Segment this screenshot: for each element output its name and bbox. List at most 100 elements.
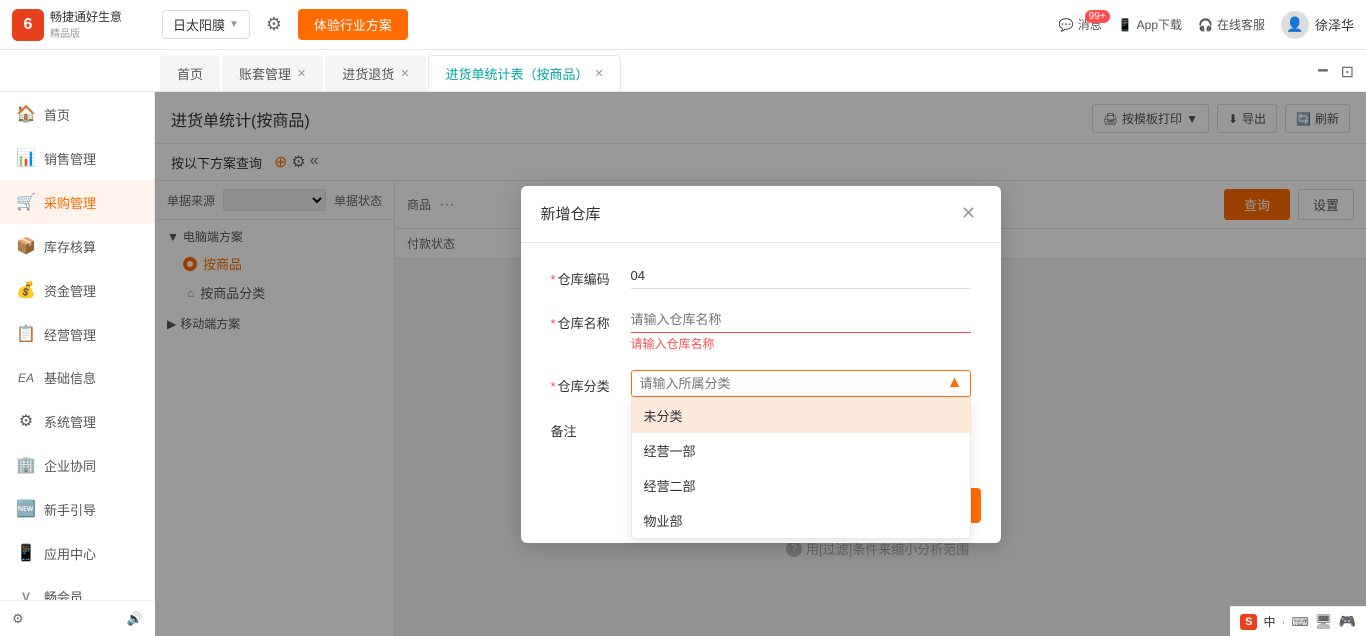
dot-icon: · <box>1281 615 1285 629</box>
sidebar-item-apps-label: 应用中心 <box>44 544 96 563</box>
sidebar-item-finance[interactable]: 💰 资金管理 <box>0 268 154 312</box>
sidebar-item-enterprise[interactable]: 🏢 企业协同 <box>0 443 154 487</box>
category-option-dept2[interactable]: 经营二部 <box>632 468 970 503</box>
sidebar-item-basic-info[interactable]: EA 基础信息 <box>0 356 154 399</box>
tab-accounts-close-icon[interactable]: ✕ <box>297 67 306 80</box>
tab-home-label: 首页 <box>177 64 203 83</box>
add-warehouse-modal: 新增仓库 ✕ 仓库编码 仓库名称 <box>521 186 1001 543</box>
monitor-icon: 🖥 <box>1315 613 1333 630</box>
status-bar: S 中 · ⌨ 🖥 🎮 <box>1230 606 1366 636</box>
store-arrow-icon: ▼ <box>229 19 239 30</box>
header-center: 日太阳膜 ▼ ⚙ 体验行业方案 <box>162 9 1059 41</box>
sidebar-item-enterprise-label: 企业协同 <box>44 456 96 475</box>
app-download-label: App下载 <box>1137 16 1182 33</box>
sidebar-item-apps[interactable]: 📱 应用中心 <box>0 531 154 575</box>
s-brand-icon: S <box>1240 614 1257 630</box>
sidebar-item-sales[interactable]: 📊 销售管理 <box>0 136 154 180</box>
content-area: 进货单统计(按商品) 🖨 按模板打印 ▼ ⬇ 导出 🔄 刷新 <box>155 92 1366 636</box>
sidebar-item-home[interactable]: 🏠 首页 <box>0 92 154 136</box>
sidebar-item-guide-label: 新手引导 <box>44 500 96 519</box>
tab-purchase-return-label: 进货退货 <box>342 64 394 83</box>
sidebar-item-inventory[interactable]: 📦 库存核算 <box>0 224 154 268</box>
message-icon: 💬 <box>1059 18 1074 32</box>
category-dropdown-list: 未分类 经营一部 经营二部 物业部 <box>631 397 971 539</box>
home-icon: 🏠 <box>16 104 36 124</box>
tab-purchase-stats-label: 进货单统计表（按商品） <box>445 64 588 83</box>
message-button[interactable]: 💬 消息 99+ <box>1059 16 1102 33</box>
app-subtitle: 精品版 <box>50 25 122 40</box>
inventory-icon: 📦 <box>16 236 36 256</box>
message-badge: 99+ <box>1085 10 1110 23</box>
username-label: 徐泽华 <box>1315 15 1354 34</box>
category-option-dept3[interactable]: 物业部 <box>632 503 970 538</box>
code-input[interactable] <box>631 263 971 289</box>
form-row-name: 仓库名称 请输入仓库名称 <box>551 307 971 352</box>
settings-gear-button[interactable]: ⚙ <box>258 9 290 41</box>
sidebar-item-system[interactable]: ⚙ 系统管理 <box>0 399 154 443</box>
app-download-button[interactable]: 📱 App下载 <box>1118 16 1182 33</box>
keyboard-icon[interactable]: ⌨ <box>1291 615 1308 629</box>
user-area[interactable]: 👤 徐泽华 <box>1281 11 1354 39</box>
sidebar-item-inventory-label: 库存核算 <box>44 237 96 256</box>
sidebar-speaker-icon[interactable]: 🔊 <box>127 611 143 627</box>
sidebar: 🏠 首页 📊 销售管理 🛒 采购管理 📦 库存核算 💰 资金管理 📋 经营管理 … <box>0 92 155 636</box>
category-dropdown-wrapper: ▲ 未分类 经营一部 经营二部 物业部 <box>631 370 971 397</box>
tab-purchase-stats-close-icon[interactable]: ✕ <box>595 67 604 80</box>
tab-purchase-return[interactable]: 进货退货 ✕ <box>325 55 426 91</box>
form-row-code: 仓库编码 <box>551 263 971 289</box>
category-label: 仓库分类 <box>551 370 631 395</box>
name-label: 仓库名称 <box>551 307 631 332</box>
sidebar-item-sales-label: 销售管理 <box>44 149 96 168</box>
guide-icon: 🆕 <box>16 499 36 519</box>
tab-home[interactable]: 首页 <box>160 55 220 91</box>
gamepad-icon: 🎮 <box>1339 613 1356 630</box>
finance-icon: 💰 <box>16 280 36 300</box>
system-icon: ⚙ <box>16 411 36 431</box>
tab-purchase-return-close-icon[interactable]: ✕ <box>400 67 409 80</box>
enterprise-icon: 🏢 <box>16 455 36 475</box>
category-option-dept1[interactable]: 经营一部 <box>632 433 970 468</box>
sidebar-item-home-label: 首页 <box>44 105 70 124</box>
app-title: 畅捷通好生意 <box>50 9 122 26</box>
code-label: 仓库编码 <box>551 263 631 288</box>
online-service-button[interactable]: 🎧 在线客服 <box>1198 16 1265 33</box>
sidebar-item-operations[interactable]: 📋 经营管理 <box>0 312 154 356</box>
app-logo-icon: 6 <box>12 9 44 41</box>
user-avatar: 👤 <box>1281 11 1309 39</box>
sidebar-item-operations-label: 经营管理 <box>44 325 96 344</box>
sidebar-settings-icon[interactable]: ⚙ <box>12 611 24 627</box>
basic-info-icon: EA <box>16 371 36 385</box>
apps-icon: 📱 <box>16 543 36 563</box>
operations-icon: 📋 <box>16 324 36 344</box>
form-row-category: 仓库分类 ▲ 未分类 经营一部 经营二部 物业部 <box>551 370 971 397</box>
logo-area: 6 畅捷通好生意 精品版 <box>12 9 162 41</box>
sidebar-item-guide[interactable]: 🆕 新手引导 <box>0 487 154 531</box>
sidebar-item-finance-label: 资金管理 <box>44 281 96 300</box>
modal-overlay: 新增仓库 ✕ 仓库编码 仓库名称 <box>155 92 1366 636</box>
name-error-msg: 请输入仓库名称 <box>631 337 715 351</box>
header-right: 💬 消息 99+ 📱 App下载 🎧 在线客服 👤 徐泽华 <box>1059 11 1354 39</box>
sidebar-item-purchase-label: 采购管理 <box>44 193 96 212</box>
category-option-unclassified[interactable]: 未分类 <box>632 398 970 433</box>
tab-bar-right: 🗕 ⊡ <box>1313 56 1366 91</box>
modal-close-button[interactable]: ✕ <box>957 202 981 226</box>
category-input[interactable] <box>631 370 971 397</box>
modal-title: 新增仓库 <box>541 203 601 224</box>
modal-body: 仓库编码 仓库名称 请输入仓库名称 <box>521 243 1001 476</box>
store-selector[interactable]: 日太阳膜 ▼ <box>162 10 250 39</box>
modal-header: 新增仓库 ✕ <box>521 186 1001 243</box>
phone-icon: 📱 <box>1118 18 1133 32</box>
main-layout: 🏠 首页 📊 销售管理 🛒 采购管理 📦 库存核算 💰 资金管理 📋 经营管理 … <box>0 92 1366 636</box>
trial-button[interactable]: 体验行业方案 <box>298 9 408 40</box>
tab-expand-icon[interactable]: ⊡ <box>1337 60 1358 84</box>
tab-purchase-stats[interactable]: 进货单统计表（按商品） ✕ <box>428 55 620 91</box>
name-input[interactable] <box>631 307 971 333</box>
category-arrow-icon[interactable]: ▲ <box>947 374 963 392</box>
purchase-icon: 🛒 <box>16 192 36 212</box>
lang-icon[interactable]: 中 <box>1263 613 1275 630</box>
tab-accounts[interactable]: 账套管理 ✕ <box>222 55 323 91</box>
tab-minimize-icon[interactable]: 🗕 <box>1313 56 1332 87</box>
sidebar-item-purchase[interactable]: 🛒 采购管理 <box>0 180 154 224</box>
top-header: 6 畅捷通好生意 精品版 日太阳膜 ▼ ⚙ 体验行业方案 💬 消息 99+ 📱 … <box>0 0 1366 50</box>
store-name: 日太阳膜 <box>173 15 225 34</box>
